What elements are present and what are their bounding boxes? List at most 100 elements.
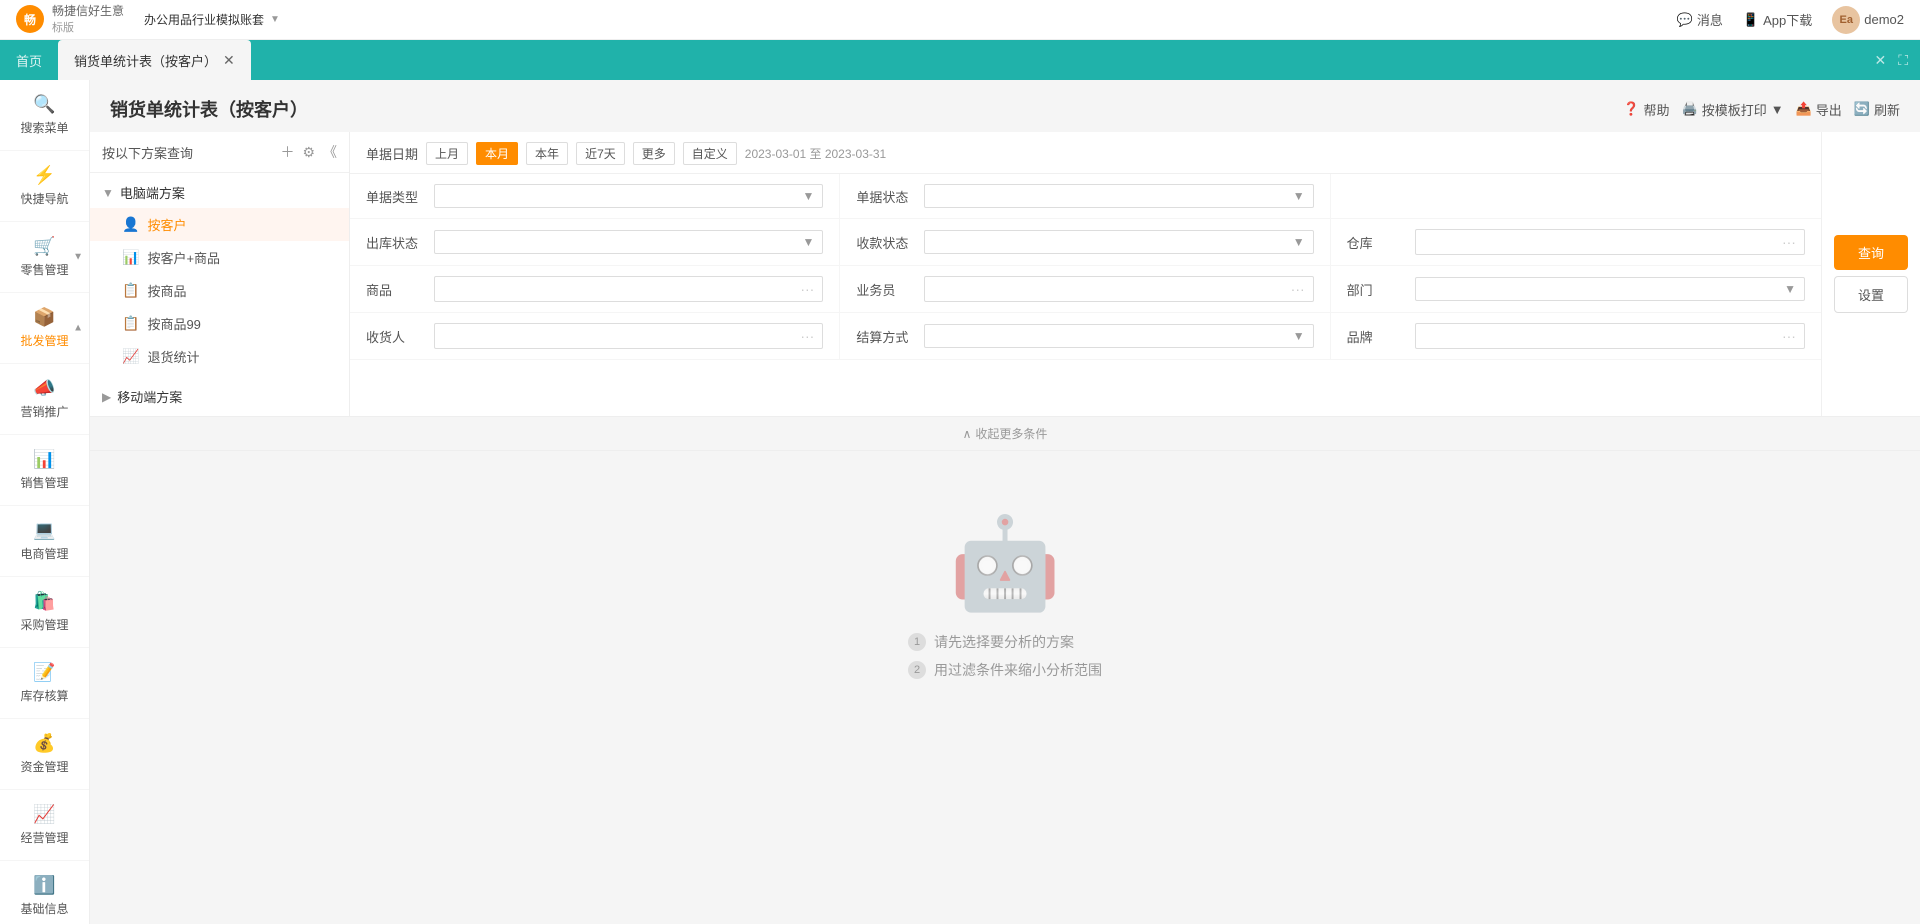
sidebar-item-finance[interactable]: 💰 资金管理 bbox=[0, 719, 89, 790]
date-btn-custom[interactable]: 自定义 bbox=[683, 142, 737, 165]
settings-button[interactable]: 设置 bbox=[1834, 276, 1908, 313]
receiver-label: 收货人 bbox=[366, 327, 426, 346]
brand-input[interactable]: ··· bbox=[1415, 323, 1805, 349]
dept-dropdown-icon: ▼ bbox=[1784, 282, 1796, 296]
tab-sales-stats[interactable]: 销货单统计表（按客户） ✕ bbox=[58, 40, 251, 80]
scheme-group-mobile-toggle[interactable]: ▶ 移动端方案 bbox=[90, 381, 349, 412]
payment-label: 收款状态 bbox=[856, 233, 916, 252]
settings-scheme-icon[interactable]: ⚙ bbox=[302, 144, 315, 161]
scheme-item-return-stats[interactable]: 📈 退货统计 bbox=[90, 340, 349, 373]
salesperson-dots-icon[interactable]: ··· bbox=[1291, 281, 1305, 297]
date-btn-this-year[interactable]: 本年 bbox=[526, 142, 568, 165]
filter-action-buttons: 查询 设置 bbox=[1821, 132, 1920, 416]
search-icon: 🔍 bbox=[33, 94, 55, 115]
scheme-item-by-product99[interactable]: 📋 按商品99 bbox=[90, 307, 349, 340]
export-button[interactable]: 📤 导出 bbox=[1796, 100, 1842, 119]
sidebar-item-ecommerce[interactable]: 💻 电商管理 bbox=[0, 506, 89, 577]
sidebar-item-marketing[interactable]: 📣 营销推广 bbox=[0, 364, 89, 435]
date-btn-last-month[interactable]: 上月 bbox=[426, 142, 468, 165]
chevron-up-icon: ∧ bbox=[963, 427, 972, 441]
filter-cell-outbound: 出库状态 ▼ bbox=[350, 219, 840, 266]
page-header: 销货单统计表（按客户） ❓ 帮助 🖨️ 按模板打印 ▼ 📤 导出 🔄 刷新 bbox=[90, 80, 1920, 132]
empty-tip-2: 2 用过滤条件来缩小分析范围 bbox=[908, 660, 1102, 680]
scheme-item-by-product[interactable]: 📋 按商品 bbox=[90, 274, 349, 307]
account-dropdown[interactable]: 办公用品行业模拟账套 ▼ bbox=[144, 11, 280, 28]
sidebar-item-sales[interactable]: 📊 销售管理 bbox=[0, 435, 89, 506]
doc-type-input[interactable]: ▼ bbox=[434, 184, 823, 208]
date-btn-this-month[interactable]: 本月 bbox=[476, 142, 518, 165]
refresh-button[interactable]: 🔄 刷新 bbox=[1854, 100, 1900, 119]
ecommerce-icon: 💻 bbox=[33, 520, 55, 541]
collapse-scheme-icon[interactable]: 《 bbox=[323, 142, 337, 162]
scheme-item-by-customer[interactable]: 👤 按客户 bbox=[90, 208, 349, 241]
scheme-panel-title: 按以下方案查询 bbox=[102, 143, 193, 162]
date-btn-more[interactable]: 更多 bbox=[633, 142, 675, 165]
filter-section: 按以下方案查询 ＋ ⚙ 《 ▼ 电脑端方案 👤 按客户 bbox=[90, 132, 1920, 417]
sidebar-item-quick-nav[interactable]: ⚡ 快捷导航 bbox=[0, 151, 89, 222]
warehouse-label: 仓库 bbox=[1347, 233, 1407, 252]
app-download-button[interactable]: 📱 App下载 bbox=[1743, 10, 1812, 29]
sidebar-item-retail[interactable]: 🛒 零售管理 ▼ bbox=[0, 222, 89, 293]
doc-status-input[interactable]: ▼ bbox=[924, 184, 1313, 208]
salesperson-label: 业务员 bbox=[856, 280, 916, 299]
list-scheme-icon: 📋 bbox=[122, 282, 139, 299]
filter-inner: 单据日期 上月 本月 本年 近7天 更多 自定义 2023-03-01 至 20… bbox=[350, 132, 1821, 416]
message-icon: 💬 bbox=[1677, 12, 1693, 28]
chart-scheme-icon: 📊 bbox=[122, 249, 139, 266]
close-tab-icon[interactable]: ✕ bbox=[223, 52, 235, 69]
sidebar-item-basic-info[interactable]: ℹ️ 基础信息 bbox=[0, 861, 89, 924]
print-button[interactable]: 🖨️ 按模板打印 ▼ bbox=[1682, 100, 1784, 119]
scheme-group-desktop-toggle[interactable]: ▼ 电脑端方案 bbox=[90, 177, 349, 208]
topbar: 畅 畅捷信好生意 标版 办公用品行业模拟账套 ▼ 💬 消息 📱 App下载 Ea… bbox=[0, 0, 1920, 40]
receiver-input[interactable]: ··· bbox=[434, 323, 823, 349]
scheme-group-desktop: ▼ 电脑端方案 👤 按客户 📊 按客户+商品 📋 按商品 bbox=[90, 173, 349, 377]
sidebar-item-inventory[interactable]: 📝 库存核算 bbox=[0, 648, 89, 719]
receiver-dots-icon[interactable]: ··· bbox=[800, 328, 814, 344]
filter-cell-brand: 品牌 ··· bbox=[1331, 313, 1821, 360]
scheme-item-by-customer-product[interactable]: 📊 按客户+商品 bbox=[90, 241, 349, 274]
date-btn-7days[interactable]: 近7天 bbox=[576, 142, 625, 165]
filter-cell-settlement: 结算方式 ▼ bbox=[840, 313, 1330, 360]
salesperson-input[interactable]: ··· bbox=[924, 276, 1313, 302]
payment-input[interactable]: ▼ bbox=[924, 230, 1313, 254]
product-dots-icon[interactable]: ··· bbox=[800, 281, 814, 297]
warehouse-dots-icon[interactable]: ··· bbox=[1782, 234, 1796, 250]
page-actions: ❓ 帮助 🖨️ 按模板打印 ▼ 📤 导出 🔄 刷新 bbox=[1623, 100, 1900, 119]
brand-dots-icon[interactable]: ··· bbox=[1782, 328, 1796, 344]
dropdown-arrow-icon: ▼ bbox=[270, 14, 280, 25]
help-button[interactable]: ❓ 帮助 bbox=[1623, 100, 1669, 119]
warehouse-input[interactable]: ··· bbox=[1415, 229, 1805, 255]
message-button[interactable]: 💬 消息 bbox=[1677, 10, 1723, 29]
filter-cell-dept: 部门 ▼ bbox=[1331, 266, 1821, 313]
filter-cell-warehouse: 仓库 ··· bbox=[1331, 219, 1821, 266]
app-info: 畅捷信好生意 标版 bbox=[52, 4, 124, 34]
filter-cell-empty1 bbox=[1331, 174, 1821, 219]
topbar-right: 💬 消息 📱 App下载 Ea demo2 bbox=[1677, 6, 1904, 34]
download-icon: 📱 bbox=[1743, 12, 1759, 28]
list2-scheme-icon: 📋 bbox=[122, 315, 139, 332]
chevron-up-icon: ▲ bbox=[73, 323, 83, 334]
tab-home[interactable]: 首页 bbox=[0, 40, 58, 80]
empty-state: 🤖 1 请先选择要分析的方案 2 用过滤条件来缩小分析范围 bbox=[90, 451, 1920, 740]
filter-cell-salesperson: 业务员 ··· bbox=[840, 266, 1330, 313]
lightning-icon: ⚡ bbox=[33, 165, 55, 186]
add-scheme-icon[interactable]: ＋ bbox=[280, 142, 294, 162]
print-icon: 🖨️ bbox=[1682, 101, 1698, 117]
outbound-input[interactable]: ▼ bbox=[434, 230, 823, 254]
sidebar-item-search[interactable]: 🔍 搜索菜单 bbox=[0, 80, 89, 151]
query-button[interactable]: 查询 bbox=[1834, 235, 1908, 270]
product-input[interactable]: ··· bbox=[434, 276, 823, 302]
collapse-bar[interactable]: ∧ 收起更多条件 bbox=[90, 417, 1920, 451]
sidebar-item-management[interactable]: 📈 经营管理 bbox=[0, 790, 89, 861]
sidebar-item-wholesale[interactable]: 📦 批发管理 ▲ bbox=[0, 293, 89, 364]
settlement-input[interactable]: ▼ bbox=[924, 324, 1313, 348]
empty-illustration: 🤖 bbox=[949, 511, 1061, 616]
dept-input[interactable]: ▼ bbox=[1415, 277, 1805, 301]
sidebar-item-purchase[interactable]: 🛍️ 采购管理 bbox=[0, 577, 89, 648]
topbar-left: 畅 畅捷信好生意 标版 办公用品行业模拟账套 ▼ bbox=[16, 4, 280, 34]
filter-cell-doc-status: 单据状态 ▼ bbox=[840, 174, 1330, 219]
user-menu[interactable]: Ea demo2 bbox=[1832, 6, 1904, 34]
main-layout: 🔍 搜索菜单 ⚡ 快捷导航 🛒 零售管理 ▼ 📦 批发管理 ▲ 📣 营销推广 📊… bbox=[0, 80, 1920, 924]
maximize-icon[interactable]: ⛶ bbox=[1898, 52, 1908, 69]
close-window-icon[interactable]: ✕ bbox=[1874, 52, 1886, 69]
